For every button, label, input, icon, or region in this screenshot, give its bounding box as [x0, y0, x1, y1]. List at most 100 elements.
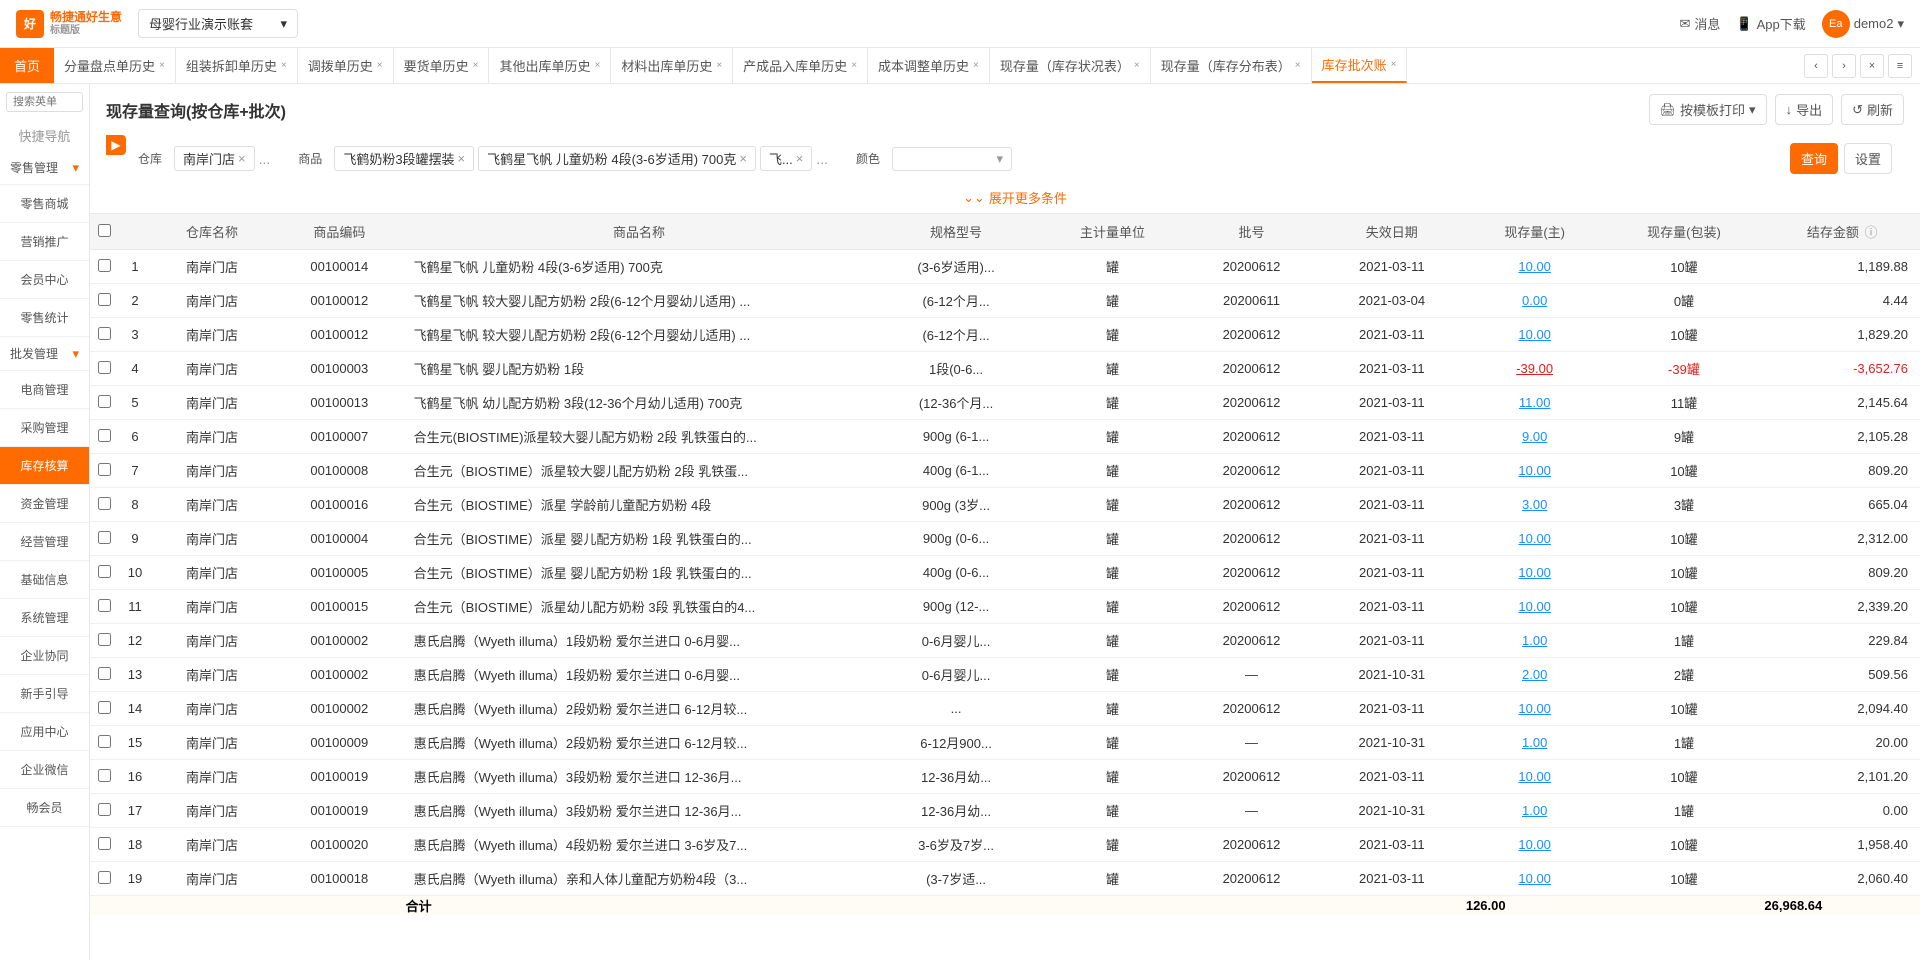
row-checkbox[interactable]	[90, 522, 119, 556]
tab-home[interactable]: 首页	[0, 48, 54, 83]
tab-chan-pin[interactable]: 产成品入库单历史 ×	[733, 48, 868, 83]
row-checkbox[interactable]	[90, 726, 119, 760]
close-tab-cai-liao[interactable]: ×	[716, 60, 722, 71]
sidebar-item-vip[interactable]: 畅会员	[0, 789, 89, 827]
tab-fen-pan[interactable]: 分量盘点单历史 ×	[54, 48, 176, 83]
row-checkbox[interactable]	[90, 318, 119, 352]
row-stock-main[interactable]: 10.00	[1466, 760, 1604, 794]
tab-diao-bo[interactable]: 调拨单历史 ×	[298, 48, 394, 83]
query-btn[interactable]: 查询	[1790, 143, 1838, 174]
sidebar-item-retail-stats[interactable]: 零售统计	[0, 299, 89, 337]
row-stock-main[interactable]: 9.00	[1466, 420, 1604, 454]
sidebar-item-weixin[interactable]: 企业微信	[0, 751, 89, 789]
close-tab-qi-ta[interactable]: ×	[594, 60, 600, 71]
row-stock-main[interactable]: 10.00	[1466, 590, 1604, 624]
expand-more-btn[interactable]: ⌄⌄ 展开更多条件	[138, 182, 1892, 213]
row-stock-main[interactable]: 10.00	[1466, 318, 1604, 352]
sidebar-item-guide[interactable]: 新手引导	[0, 675, 89, 713]
product-more-btn[interactable]: ...	[816, 151, 828, 167]
sidebar-item-member[interactable]: 会员中心	[0, 261, 89, 299]
tab-prev-btn[interactable]: ‹	[1804, 54, 1828, 78]
row-checkbox[interactable]	[90, 556, 119, 590]
row-checkbox[interactable]	[90, 862, 119, 896]
user-profile[interactable]: Ea demo2 ▾	[1822, 10, 1904, 38]
row-checkbox[interactable]	[90, 658, 119, 692]
sidebar-item-purchase[interactable]: 采购管理	[0, 409, 89, 447]
row-stock-main[interactable]: 10.00	[1466, 862, 1604, 896]
tab-cheng-ben[interactable]: 成本调整单历史 ×	[868, 48, 990, 83]
sidebar-item-operations[interactable]: 经营管理	[0, 523, 89, 561]
row-checkbox[interactable]	[90, 624, 119, 658]
tab-xian-cun-zhuang[interactable]: 现存量（库存状况表） ×	[990, 48, 1151, 83]
row-checkbox[interactable]	[90, 828, 119, 862]
row-stock-main[interactable]: 0.00	[1466, 284, 1604, 318]
close-tab-ku-cun-pi[interactable]: ×	[1391, 59, 1397, 70]
row-stock-main[interactable]: 10.00	[1466, 828, 1604, 862]
product-tag-1[interactable]: 飞鹤奶粉3段罐摆装 ×	[334, 146, 474, 171]
sidebar-item-apps[interactable]: 应用中心	[0, 713, 89, 751]
tab-qi-ta[interactable]: 其他出库单历史 ×	[489, 48, 611, 83]
messages-btn[interactable]: ✉ 消息	[1679, 14, 1720, 33]
row-stock-main[interactable]: 1.00	[1466, 794, 1604, 828]
tab-cai-liao[interactable]: 材料出库单历史 ×	[611, 48, 733, 83]
close-tab-zu-chai[interactable]: ×	[281, 60, 287, 71]
row-checkbox[interactable]	[90, 794, 119, 828]
tab-next-btn[interactable]: ›	[1832, 54, 1856, 78]
row-stock-main[interactable]: 3.00	[1466, 488, 1604, 522]
close-tab-cheng-ben[interactable]: ×	[973, 60, 979, 71]
sidebar-item-wholesale[interactable]: 批发管理 ▾	[0, 337, 89, 371]
row-checkbox[interactable]	[90, 420, 119, 454]
sidebar-item-retail-shop[interactable]: 零售商城	[0, 185, 89, 223]
row-checkbox[interactable]	[90, 386, 119, 420]
tab-ku-cun-pi[interactable]: 库存批次账 ×	[1312, 48, 1408, 83]
sidebar-item-inventory[interactable]: 库存核算	[0, 447, 89, 485]
row-stock-main[interactable]: 1.00	[1466, 624, 1604, 658]
sidebar-item-finance[interactable]: 资金管理	[0, 485, 89, 523]
remove-product-tag-3[interactable]: ×	[796, 151, 804, 166]
print-btn[interactable]: 🖨 按模板打印 ▾	[1649, 94, 1767, 125]
refresh-btn[interactable]: ↺ 刷新	[1841, 94, 1904, 125]
select-all-checkbox[interactable]	[98, 224, 111, 237]
warehouse-more-btn[interactable]: ...	[259, 151, 271, 167]
row-stock-main[interactable]: 10.00	[1466, 556, 1604, 590]
sidebar-item-marketing[interactable]: 营销推广	[0, 223, 89, 261]
setting-btn[interactable]: 设置	[1844, 143, 1892, 174]
warehouse-tag-nanan[interactable]: 南岸门店 ×	[174, 146, 255, 171]
tab-yao-huo[interactable]: 要货单历史 ×	[394, 48, 490, 83]
close-tab-xian-cun-fen[interactable]: ×	[1295, 60, 1301, 71]
row-checkbox[interactable]	[90, 760, 119, 794]
sidebar-item-retail[interactable]: 零售管理 ▾	[0, 151, 89, 185]
row-stock-main[interactable]: -39.00	[1466, 352, 1604, 386]
row-stock-main[interactable]: 11.00	[1466, 386, 1604, 420]
close-tab-chan-pin[interactable]: ×	[851, 60, 857, 71]
row-checkbox[interactable]	[90, 250, 119, 284]
row-stock-main[interactable]: 2.00	[1466, 658, 1604, 692]
sidebar-item-base[interactable]: 基础信息	[0, 561, 89, 599]
export-btn[interactable]: ↓ 导出	[1775, 94, 1834, 125]
close-tab-xian-cun-zhuang[interactable]: ×	[1134, 60, 1140, 71]
row-checkbox[interactable]	[90, 692, 119, 726]
row-checkbox[interactable]	[90, 352, 119, 386]
sidebar-item-ecom[interactable]: 电商管理	[0, 371, 89, 409]
row-checkbox[interactable]	[90, 284, 119, 318]
app-download-btn[interactable]: 📱 App下载	[1736, 14, 1805, 33]
close-tab-yao-huo[interactable]: ×	[473, 60, 479, 71]
balance-info-icon[interactable]: ⓘ	[1865, 225, 1878, 240]
tab-xian-cun-fen[interactable]: 现存量（库存分布表） ×	[1151, 48, 1312, 83]
row-checkbox[interactable]	[90, 454, 119, 488]
row-checkbox[interactable]	[90, 488, 119, 522]
product-tag-2[interactable]: 飞鹤星飞帆 儿童奶粉 4段(3-6岁适用) 700克 ×	[478, 146, 756, 171]
product-tag-3[interactable]: 飞... ×	[760, 146, 812, 171]
remove-product-tag-1[interactable]: ×	[458, 151, 466, 166]
remove-warehouse-tag[interactable]: ×	[238, 151, 246, 166]
close-tab-diao-bo[interactable]: ×	[377, 60, 383, 71]
tab-zu-chai[interactable]: 组装拆卸单历史 ×	[176, 48, 298, 83]
tab-menu-btn[interactable]: ≡	[1888, 54, 1912, 78]
nav-dropdown[interactable]: 母婴行业演示账套 ▾	[138, 9, 298, 38]
search-input[interactable]	[6, 92, 83, 112]
sidebar-item-enterprise[interactable]: 企业协同	[0, 637, 89, 675]
row-stock-main[interactable]: 10.00	[1466, 522, 1604, 556]
expand-arrow-btn[interactable]: ▶	[106, 135, 126, 155]
row-stock-main[interactable]: 10.00	[1466, 250, 1604, 284]
row-checkbox[interactable]	[90, 590, 119, 624]
